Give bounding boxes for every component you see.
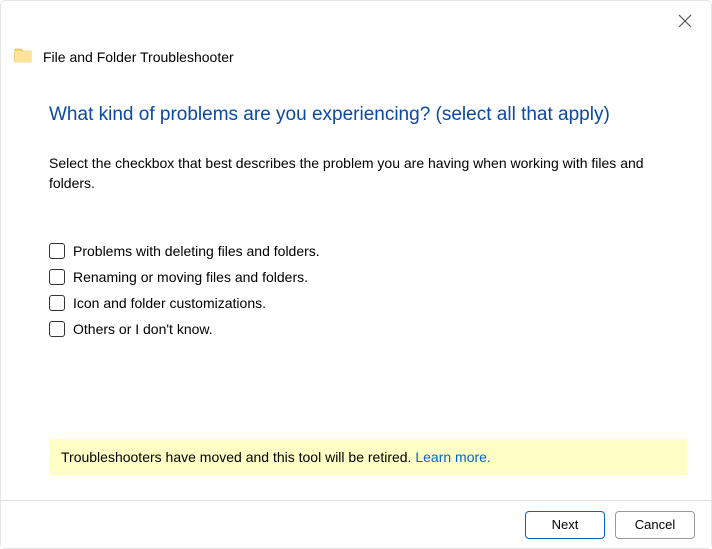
cancel-button[interactable]: Cancel: [615, 511, 695, 539]
page-heading: What kind of problems are you experienci…: [49, 104, 663, 126]
checkbox-icon: [49, 321, 65, 337]
option-label: Icon and folder customizations.: [73, 295, 266, 311]
window-header: File and Folder Troubleshooter: [1, 37, 711, 76]
checkbox-icon: [49, 243, 65, 259]
option-others[interactable]: Others or I don't know.: [49, 321, 663, 337]
notice-text: Troubleshooters have moved and this tool…: [61, 449, 415, 465]
learn-more-link[interactable]: Learn more.: [415, 449, 490, 465]
dialog-footer: Next Cancel: [1, 500, 711, 548]
option-icon-customizations[interactable]: Icon and folder customizations.: [49, 295, 663, 311]
checkbox-icon: [49, 295, 65, 311]
option-label: Problems with deleting files and folders…: [73, 243, 320, 259]
option-rename-move[interactable]: Renaming or moving files and folders.: [49, 269, 663, 285]
main-content: What kind of problems are you experienci…: [1, 76, 711, 337]
window-title: File and Folder Troubleshooter: [43, 49, 234, 65]
close-icon: [678, 14, 692, 28]
next-button[interactable]: Next: [525, 511, 605, 539]
checkbox-icon: [49, 269, 65, 285]
close-button[interactable]: [675, 11, 695, 31]
folder-icon: [13, 45, 33, 68]
option-delete-problems[interactable]: Problems with deleting files and folders…: [49, 243, 663, 259]
retirement-notice: Troubleshooters have moved and this tool…: [49, 439, 687, 475]
options-list: Problems with deleting files and folders…: [49, 243, 663, 337]
page-description: Select the checkbox that best describes …: [49, 154, 663, 193]
option-label: Others or I don't know.: [73, 321, 213, 337]
option-label: Renaming or moving files and folders.: [73, 269, 308, 285]
